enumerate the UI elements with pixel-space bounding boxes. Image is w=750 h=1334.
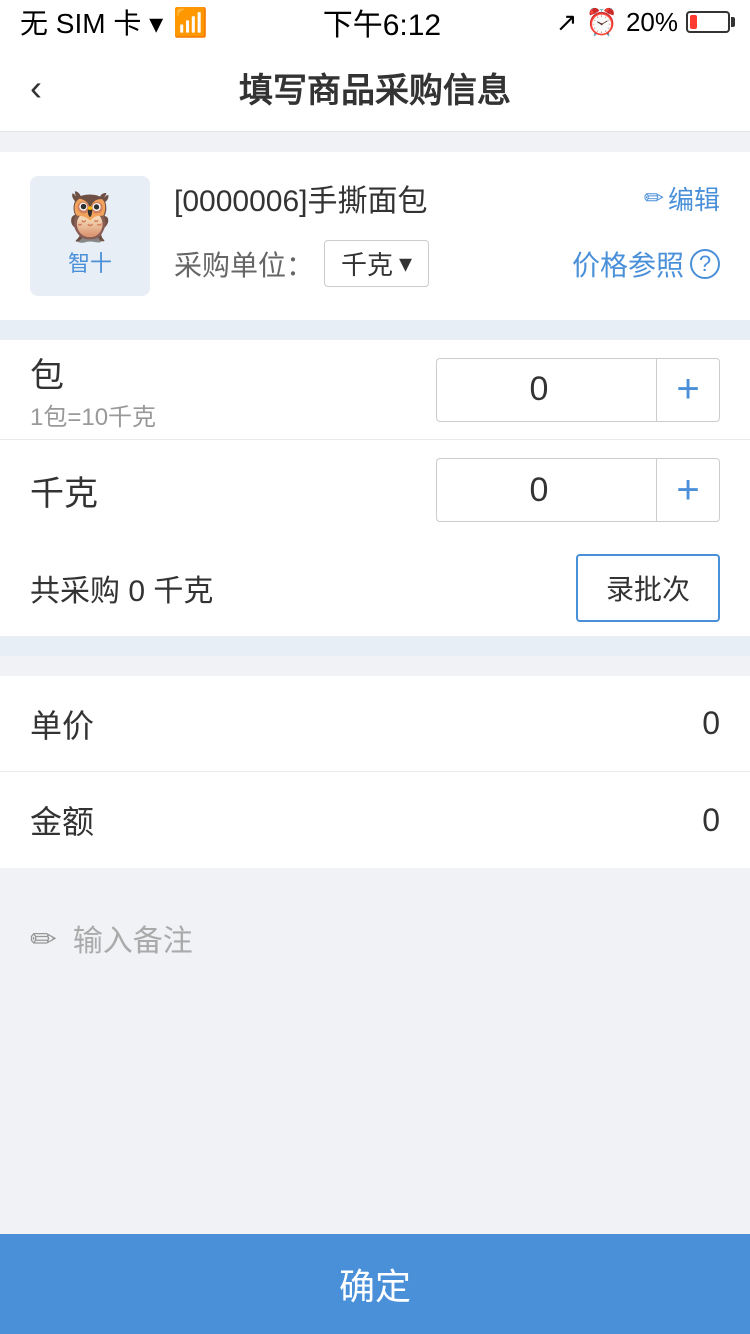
input-label-main-bao: 包 [30,348,436,397]
total-row: 共采购 0 千克 录批次 [0,540,750,636]
batch-button[interactable]: 录批次 [576,554,720,622]
alarm-icon: ⏰ [586,7,618,38]
input-label-bao: 包 1包=10千克 [30,348,436,432]
info-section: 单价 0 金额 0 [0,676,750,868]
input-section: 包 1包=10千克 + 千克 + [0,340,750,540]
confirm-label: 确定 [339,1258,411,1310]
qty-input-kg[interactable] [436,458,656,522]
product-image-label: 智十 [68,246,112,278]
divider-2 [0,636,750,656]
input-field-group-kg: + [436,458,720,522]
dropdown-icon: ▾ [399,248,412,279]
battery-percent: 20% [626,7,678,38]
product-card: 🦉 智十 [0000006]手撕面包 ✏ 编辑 采购单位： 千克 ▾ 价格参照 … [0,152,750,320]
qty-plus-bao[interactable]: + [656,358,720,422]
battery-icon [686,11,730,33]
location-icon: ↗ [556,7,578,38]
status-right: ↗ ⏰ 20% [556,7,730,38]
price-ref-button[interactable]: 价格参照 ? [572,244,720,284]
input-row-kg: 千克 + [0,440,750,540]
unit-value: 千克 [341,245,393,282]
remarks-placeholder: 输入备注 [73,916,193,960]
nav-bar: ‹ 填写商品采购信息 [0,44,750,132]
input-label-sub-bao: 1包=10千克 [30,397,436,432]
edit-button[interactable]: ✏ 编辑 [644,180,720,217]
input-label-main-kg: 千克 [30,466,436,515]
info-row-price: 单价 0 [0,676,750,772]
input-row-bao: 包 1包=10千克 + [0,340,750,440]
qty-plus-kg[interactable]: + [656,458,720,522]
amount-value: 0 [702,802,720,839]
total-text: 共采购 0 千克 [30,566,576,610]
input-field-group-bao: + [436,358,720,422]
product-info: [0000006]手撕面包 ✏ 编辑 采购单位： 千克 ▾ 价格参照 ? [174,176,720,287]
price-value: 0 [702,705,720,742]
product-unit-row: 采购单位： 千克 ▾ 价格参照 ? [174,240,720,287]
pencil-icon: ✏ [30,920,57,958]
edit-icon: ✏ [644,184,664,213]
bottom-spacer [0,1088,750,1188]
back-button[interactable]: ‹ [30,57,62,119]
price-ref-label: 价格参照 [572,244,684,284]
price-ref-question-icon: ? [690,249,720,279]
product-image: 🦉 智十 [30,176,150,296]
status-left: 无 SIM 卡 ▾ 📶 [20,2,208,42]
remarks-section[interactable]: ✏ 输入备注 [0,888,750,1088]
amount-label: 金额 [30,797,702,843]
product-image-owl-icon: 🦉 [60,194,120,242]
price-label: 单价 [30,701,702,747]
unit-select-dropdown[interactable]: 千克 ▾ [324,240,429,287]
qty-input-bao[interactable] [436,358,656,422]
status-time: 下午6:12 [323,0,441,44]
page-title: 填写商品采购信息 [239,63,511,112]
input-label-kg: 千克 [30,466,436,515]
edit-label: 编辑 [668,180,720,217]
unit-prefix-label: 采购单位： [174,244,314,284]
confirm-button[interactable]: 确定 [0,1234,750,1334]
sim-status: 无 SIM 卡 ▾ [20,2,163,42]
divider-1 [0,320,750,340]
product-name: [0000006]手撕面包 [174,176,427,220]
wifi-icon: 📶 [173,6,208,39]
product-name-row: [0000006]手撕面包 ✏ 编辑 [174,176,720,220]
status-bar: 无 SIM 卡 ▾ 📶 下午6:12 ↗ ⏰ 20% [0,0,750,44]
info-row-amount: 金额 0 [0,772,750,868]
